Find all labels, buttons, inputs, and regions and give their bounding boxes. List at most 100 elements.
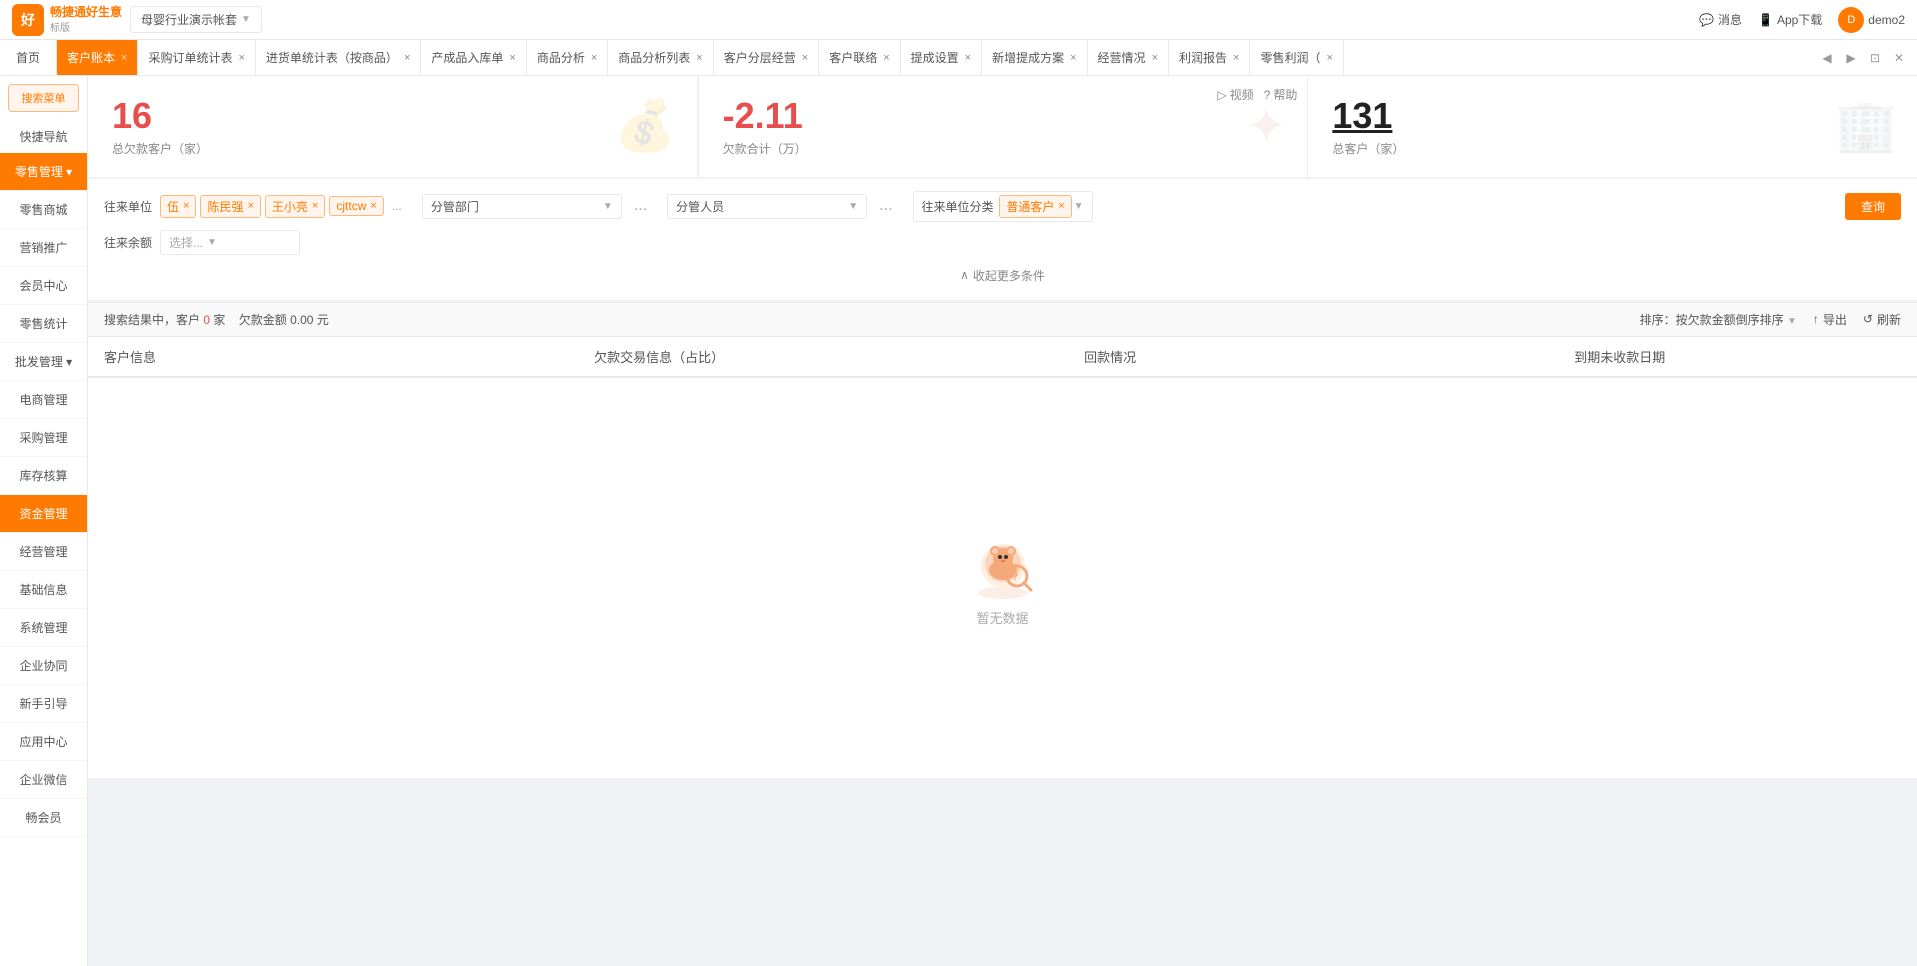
close-icon[interactable]: ×: [696, 52, 702, 64]
nav-tabs: 首页 客户账本× 采购订单统计表× 进货单统计表（按商品）× 产成品入库单× 商…: [0, 40, 1917, 76]
col-overdue-date: 到期未收款日期: [1574, 347, 1901, 366]
sidebar-item-wechat[interactable]: 企业微信: [0, 761, 87, 799]
tab-goods-analysis[interactable]: 商品分析×: [527, 40, 608, 76]
close-icon[interactable]: ×: [1326, 52, 1332, 64]
logo-text-area: 畅捷通好生意 标版: [50, 5, 122, 34]
content-area: 💰 16 总欠款客户（家） ✦ -2.11 欠款合计（万） ▷ 视频 ? 帮助 …: [88, 76, 1917, 966]
stat-card-total: 🏢 131 总客户（家）: [1308, 76, 1917, 177]
tab-purchase-stat[interactable]: 进货单统计表（按商品）×: [256, 40, 421, 76]
sort-select[interactable]: 排序：按欠款金额倒序排序 ▼: [1640, 311, 1797, 328]
sidebar-item-retail-stat[interactable]: 零售统计: [0, 305, 87, 343]
unit-class-tag[interactable]: 普通客户 ×: [999, 195, 1071, 218]
balance-select[interactable]: 选择... ▼: [160, 230, 300, 255]
tab-cost-stock[interactable]: 产成品入库单×: [421, 40, 526, 76]
sidebar-item-purchase[interactable]: 采购管理: [0, 419, 87, 457]
dept-dots[interactable]: ...: [630, 197, 651, 215]
close-icon[interactable]: ×: [802, 52, 808, 64]
close-icon[interactable]: ×: [404, 52, 410, 64]
system-selector[interactable]: 母婴行业演示帐套 ▼: [130, 6, 262, 33]
result-info: 搜索结果中，客户 0 家 欠款金额 0.00 元: [104, 311, 329, 328]
sidebar-item-member-center[interactable]: 会员中心: [0, 267, 87, 305]
sidebar-item-capital[interactable]: 资金管理: [0, 495, 87, 533]
sidebar-item-vip[interactable]: 畅会员: [0, 799, 87, 837]
remove-unit-class-tag[interactable]: ×: [1058, 200, 1064, 212]
refresh-btn[interactable]: ↺ 刷新: [1863, 311, 1901, 328]
sidebar-item-ecommerce[interactable]: 电商管理: [0, 381, 87, 419]
sidebar-item-guide[interactable]: 新手引导: [0, 685, 87, 723]
tab-customer-contact[interactable]: 客户联络×: [819, 40, 900, 76]
sidebar-item-marketing[interactable]: 营销推广: [0, 229, 87, 267]
person-select[interactable]: 分管人员 ▼: [667, 194, 867, 219]
chevron-down-icon: ▼: [1787, 316, 1797, 327]
remove-tag-wu[interactable]: ×: [183, 200, 189, 212]
collapse-btn[interactable]: ∧ 收起更多条件: [104, 263, 1901, 288]
user-menu[interactable]: D demo2: [1838, 7, 1905, 33]
tab-operation-status[interactable]: 经营情况×: [1088, 40, 1169, 76]
filter-tag-chen[interactable]: 陈民强 ×: [200, 195, 260, 218]
sidebar-item-basic[interactable]: 基础信息: [0, 571, 87, 609]
sidebar-item-inventory[interactable]: 库存核算: [0, 457, 87, 495]
person-dots[interactable]: ...: [875, 197, 896, 215]
stat-card-customers: 💰 16 总欠款客户（家）: [88, 76, 698, 177]
remove-tag-wang[interactable]: ×: [312, 200, 318, 212]
chevron-up-icon: ∧: [960, 268, 969, 282]
close-icon[interactable]: ×: [883, 52, 889, 64]
app-download-btn[interactable]: 📱 App下载: [1758, 11, 1822, 28]
filter-tag-wu[interactable]: 伍 ×: [160, 195, 196, 218]
tab-raise-settings[interactable]: 提成设置×: [901, 40, 982, 76]
tab-new-raise-plan[interactable]: 新增提成方案×: [982, 40, 1087, 76]
close-icon[interactable]: ×: [509, 52, 515, 64]
close-icon[interactable]: ×: [121, 52, 127, 64]
unit-class-select[interactable]: 往来单位分类 普通客户 × ▼: [913, 191, 1093, 222]
sidebar-item-quick-nav[interactable]: 快捷导航: [0, 120, 87, 153]
close-icon[interactable]: ×: [1233, 52, 1239, 64]
filter-tags: 伍 × 陈民强 × 王小亮 × cjttcw × ...: [160, 195, 406, 218]
help-btn[interactable]: ? 帮助: [1264, 86, 1298, 103]
filter-tag-cjttcw[interactable]: cjttcw ×: [329, 196, 383, 216]
tab-profit-report[interactable]: 利润报告×: [1169, 40, 1250, 76]
nav-expand-btn[interactable]: ⊡: [1865, 48, 1885, 68]
search-menu-btn[interactable]: 搜索菜单: [8, 84, 79, 112]
stats-row: 💰 16 总欠款客户（家） ✦ -2.11 欠款合计（万） ▷ 视频 ? 帮助 …: [88, 76, 1917, 177]
top-bar-right: 💬 消息 📱 App下载 D demo2: [1699, 7, 1905, 33]
tab-customer-ledger[interactable]: 客户账本×: [57, 40, 138, 76]
tab-purchase-order[interactable]: 采购订单统计表×: [138, 40, 255, 76]
sidebar-item-system[interactable]: 系统管理: [0, 609, 87, 647]
close-icon[interactable]: ×: [591, 52, 597, 64]
close-icon[interactable]: ×: [238, 52, 244, 64]
more-tags-btn[interactable]: ...: [388, 197, 406, 215]
tab-retail-profit[interactable]: 零售利润（×: [1250, 40, 1343, 76]
close-icon[interactable]: ×: [1152, 52, 1158, 64]
sidebar-item-retail-mgmt[interactable]: 零售管理 ▾: [0, 153, 87, 191]
result-bar: 搜索结果中，客户 0 家 欠款金额 0.00 元 排序：按欠款金额倒序排序 ▼ …: [88, 302, 1917, 337]
sidebar-item-app-center[interactable]: 应用中心: [0, 723, 87, 761]
query-btn[interactable]: 查询: [1845, 193, 1901, 220]
export-icon: ↑: [1813, 312, 1819, 326]
close-icon[interactable]: ×: [965, 52, 971, 64]
filter-tag-wang[interactable]: 王小亮 ×: [265, 195, 325, 218]
remove-tag-cjttcw[interactable]: ×: [370, 200, 376, 212]
sidebar-item-retail-mall[interactable]: 零售商城: [0, 191, 87, 229]
video-btn[interactable]: ▷ 视频: [1217, 86, 1253, 103]
remove-tag-chen[interactable]: ×: [247, 200, 253, 212]
table-body: ? 暂无数据: [88, 378, 1917, 778]
dept-select[interactable]: 分管部门 ▼: [422, 194, 622, 219]
sidebar-item-operation[interactable]: 经营管理: [0, 533, 87, 571]
nav-next-btn[interactable]: ▶: [1841, 48, 1861, 68]
sidebar-item-wholesale-mgmt[interactable]: 批发管理 ▾: [0, 343, 87, 381]
main-layout: 搜索菜单 快捷导航 零售管理 ▾ 零售商城 营销推广 会员中心 零售统计 批发管…: [0, 76, 1917, 966]
nav-prev-btn[interactable]: ◀: [1817, 48, 1837, 68]
sidebar-item-enterprise[interactable]: 企业协同: [0, 647, 87, 685]
filter-row-1: 往来单位 伍 × 陈民强 × 王小亮 × cjttcw: [104, 191, 1901, 222]
tab-goods-analysis-list[interactable]: 商品分析列表×: [608, 40, 713, 76]
message-btn[interactable]: 💬 消息: [1699, 11, 1742, 28]
empty-state: ? 暂无数据: [903, 468, 1103, 687]
close-icon[interactable]: ×: [1070, 52, 1076, 64]
tab-customer-layered[interactable]: 客户分层经营×: [714, 40, 819, 76]
stat-value-total: 131: [1332, 96, 1392, 136]
nav-close-btn[interactable]: ✕: [1889, 48, 1909, 68]
chevron-down-icon: ▼: [207, 237, 217, 248]
export-btn[interactable]: ↑ 导出: [1813, 311, 1847, 328]
tab-home[interactable]: 首页: [0, 40, 57, 76]
result-count: 0: [203, 313, 210, 327]
